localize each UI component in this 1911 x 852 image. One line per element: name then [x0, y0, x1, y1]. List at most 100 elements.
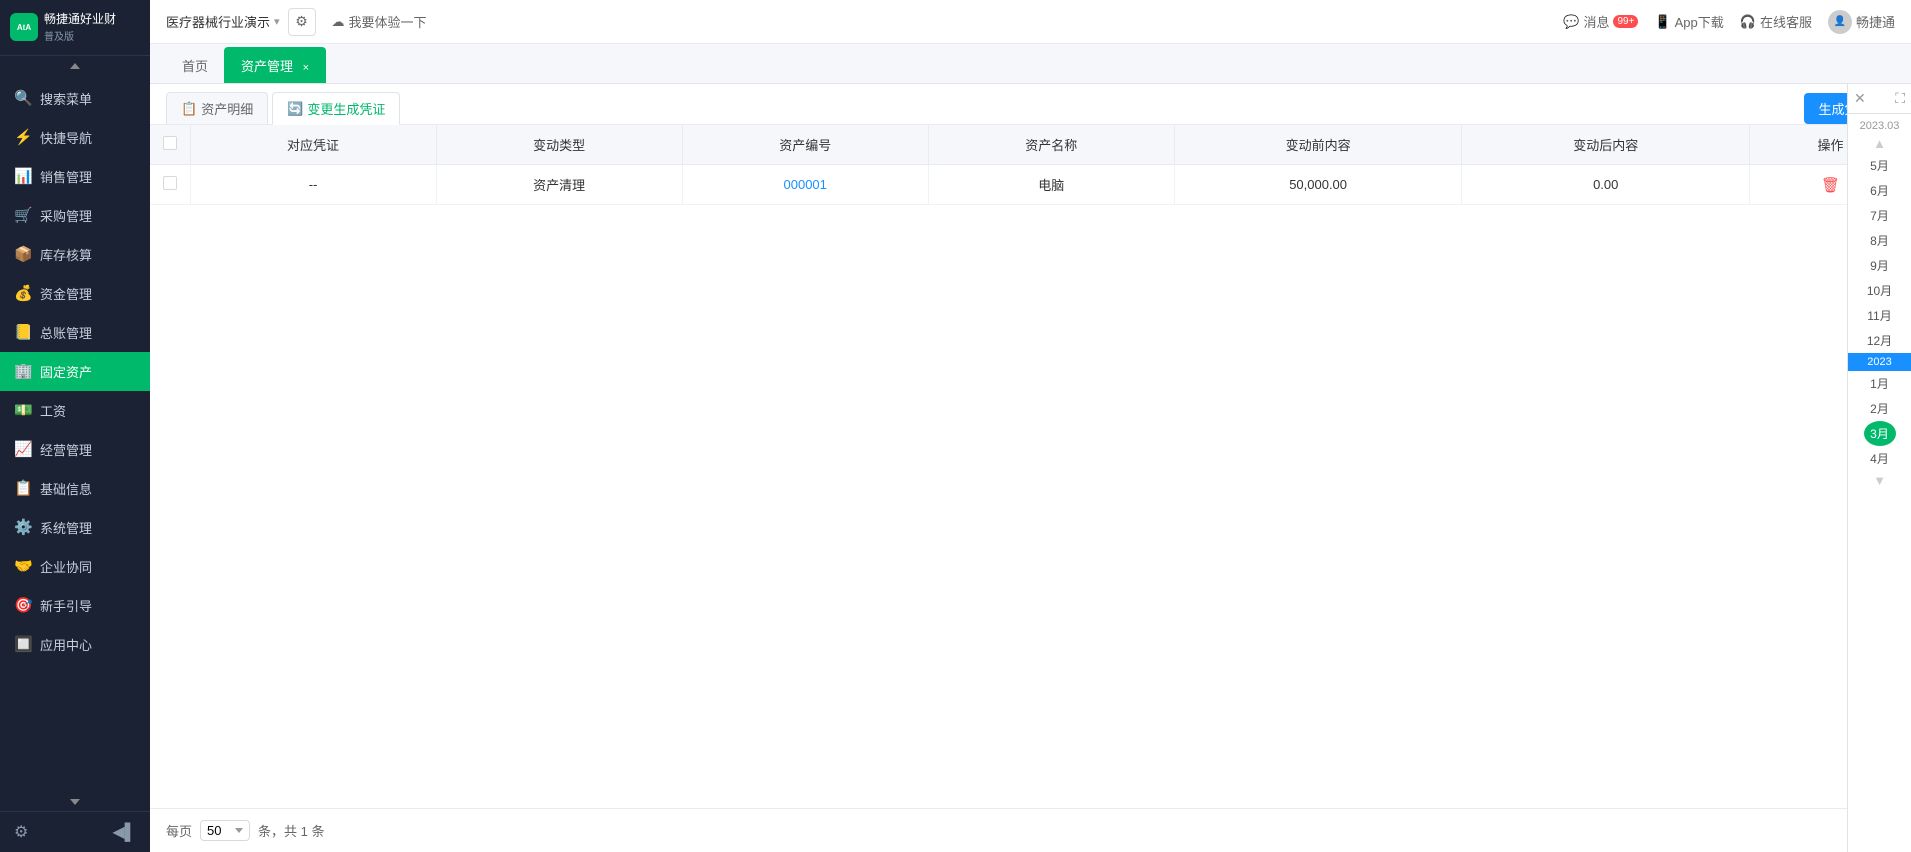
table-wrapper: 对应凭证 变动类型 资产编号 资产名称 变动前内容 变动后内容 操作 -- 资产…: [150, 125, 1911, 808]
subtab-asset-detail[interactable]: 📋 资产明细: [166, 92, 268, 124]
col-change-type: 变动类型: [436, 125, 682, 165]
messages-label: 消息: [1583, 12, 1609, 31]
header-checkbox-cell: [150, 125, 190, 165]
sidebar-label-fixed-assets: 固定资产: [40, 362, 92, 381]
panel-month-item[interactable]: 12月: [1848, 328, 1911, 353]
sidebar-item-search[interactable]: 🔍 搜索菜单: [0, 79, 150, 118]
per-page-label: 每页: [166, 821, 192, 840]
collapse-icon[interactable]: ◀▌: [112, 822, 136, 842]
sidebar-nav: 🔍 搜索菜单⚡ 快捷导航📊 销售管理🛒 采购管理📦 库存核算💰 资金管理📒 总账…: [0, 75, 150, 792]
panel-month-item[interactable]: 8月: [1848, 228, 1911, 253]
logo-text: 畅捷通好业财: [44, 12, 116, 28]
online-service-label: 在线客服: [1760, 12, 1812, 31]
sidebar-item-purchase[interactable]: 🛒 采购管理: [0, 196, 150, 235]
row-checkbox-cell: [150, 165, 190, 205]
row-voucher: --: [190, 165, 436, 205]
panel-month-item[interactable]: 3月: [1864, 421, 1896, 446]
panel-scroll-up[interactable]: ▲: [1873, 134, 1886, 153]
row-asset-no: 000001: [682, 165, 928, 205]
sidebar-item-ledger[interactable]: 📒 总账管理: [0, 313, 150, 352]
panel-month-item[interactable]: 7月: [1848, 203, 1911, 228]
col-before-content: 变动前内容: [1174, 125, 1462, 165]
experience-button[interactable]: ☁ 我要体验一下: [332, 12, 427, 31]
sidebar-item-quick-nav[interactable]: ⚡ 快捷导航: [0, 118, 150, 157]
sidebar-item-base-info[interactable]: 📋 基础信息: [0, 469, 150, 508]
subtab-asset-detail-label: 资产明细: [201, 99, 253, 118]
panel-month-item[interactable]: 5月: [1848, 153, 1911, 178]
sidebar-item-guide[interactable]: 🎯 新手引导: [0, 586, 150, 625]
sidebar-item-fixed-assets[interactable]: 🏢 固定资产: [0, 352, 150, 391]
online-service-button[interactable]: 🎧 在线客服: [1740, 12, 1812, 31]
sidebar-item-cooperation[interactable]: 🤝 企业协同: [0, 547, 150, 586]
experience-label: 我要体验一下: [349, 12, 427, 31]
panel-month-item[interactable]: 4月: [1848, 446, 1911, 471]
panel-month-item[interactable]: 9月: [1848, 253, 1911, 278]
panel-month-item[interactable]: 2月: [1848, 396, 1911, 421]
sidebar-item-operations[interactable]: 📈 经营管理: [0, 430, 150, 469]
row-before-content: 50,000.00: [1174, 165, 1462, 205]
sidebar-scroll-up[interactable]: [0, 56, 150, 75]
app-download-button[interactable]: 📱 App下载: [1654, 12, 1723, 31]
sidebar-scroll-down[interactable]: [0, 792, 150, 811]
sidebar-label-app-center: 应用中心: [40, 635, 92, 654]
base-info-icon: 📋: [14, 479, 32, 497]
header-settings-button[interactable]: ⚙: [288, 8, 316, 36]
content-area: 📋 资产明细 🔄 变更生成凭证 生成凭证 ▾ 对应凭证: [150, 84, 1911, 852]
row-checkbox[interactable]: [163, 176, 177, 190]
subtab-generate-voucher[interactable]: 🔄 变更生成凭证: [272, 92, 400, 125]
sidebar-label-cooperation: 企业协同: [40, 557, 92, 576]
header-right: 💬 消息 99+ 📱 App下载 🎧 在线客服 👤 畅捷通: [1563, 10, 1895, 34]
sidebar: AtA 畅捷通好业财 普及版 🔍 搜索菜单⚡ 快捷导航📊 销售管理🛒 采购管理📦…: [0, 0, 150, 852]
panel-scroll-down[interactable]: ▼: [1873, 471, 1886, 490]
cooperation-icon: 🤝: [14, 557, 32, 575]
user-button[interactable]: 👤 畅捷通: [1828, 10, 1895, 34]
sidebar-label-sales: 销售管理: [40, 167, 92, 186]
messages-badge: 99+: [1613, 15, 1638, 28]
panel-month-item[interactable]: 10月: [1848, 278, 1911, 303]
experience-icon: ☁: [332, 14, 345, 30]
tab-home[interactable]: 首页: [166, 48, 224, 83]
date-panel-scroll: 2023.03▲5月6月7月8月9月10月11月12月20231月2月3月4月▼: [1848, 114, 1911, 494]
sidebar-item-payroll[interactable]: 💵 工资: [0, 391, 150, 430]
logo-icon: AtA: [10, 13, 38, 41]
panel-month-item[interactable]: 6月: [1848, 178, 1911, 203]
row-asset-name: 电脑: [928, 165, 1174, 205]
per-page-select[interactable]: 50 10 20 100: [200, 820, 250, 841]
select-all-checkbox[interactable]: [163, 136, 177, 150]
subtab-generate-voucher-label: 变更生成凭证: [307, 99, 385, 118]
row-after-content: 0.00: [1462, 165, 1750, 205]
settings-icon[interactable]: ⚙: [14, 822, 28, 842]
logo-sub: 普及版: [44, 28, 116, 43]
sidebar-item-finance[interactable]: 💰 资金管理: [0, 274, 150, 313]
pagination: 每页 50 10 20 100 条，共 1 条: [150, 808, 1911, 852]
tab-bar: 首页 资产管理 ×: [150, 44, 1911, 84]
messages-button[interactable]: 💬 消息 99+: [1563, 12, 1638, 31]
col-voucher: 对应凭证: [190, 125, 436, 165]
app-download-label: App下载: [1675, 12, 1724, 31]
sidebar-label-purchase: 采购管理: [40, 206, 92, 225]
guide-icon: 🎯: [14, 596, 32, 614]
purchase-icon: 🛒: [14, 206, 32, 224]
panel-expand-icon[interactable]: ⛶: [1895, 90, 1905, 107]
sidebar-label-inventory: 库存核算: [40, 245, 92, 264]
user-avatar: 👤: [1828, 10, 1852, 34]
panel-year-2023[interactable]: 2023: [1848, 353, 1911, 371]
sidebar-label-guide: 新手引导: [40, 596, 92, 615]
username-label: 畅捷通: [1856, 12, 1895, 31]
panel-close-icon[interactable]: ✕: [1854, 90, 1866, 107]
messages-icon: 💬: [1563, 14, 1579, 30]
tab-close-icon[interactable]: ×: [303, 62, 309, 74]
sidebar-item-sales[interactable]: 📊 销售管理: [0, 157, 150, 196]
sidebar-item-system[interactable]: ⚙️ 系统管理: [0, 508, 150, 547]
company-selector[interactable]: 医疗器械行业演示 ▾: [166, 12, 280, 31]
tab-asset-management[interactable]: 资产管理 ×: [224, 47, 326, 83]
top-header: 医疗器械行业演示 ▾ ⚙ ☁ 我要体验一下 💬 消息 99+ 📱 App下载 🎧…: [150, 0, 1911, 44]
panel-month-item[interactable]: 11月: [1848, 303, 1911, 328]
row-delete-button[interactable]: 🗑: [1821, 177, 1840, 194]
sidebar-item-inventory[interactable]: 📦 库存核算: [0, 235, 150, 274]
panel-month-item[interactable]: 1月: [1848, 371, 1911, 396]
table-row: -- 资产清理 000001 电脑 50,000.00 0.00 🗑: [150, 165, 1911, 205]
sidebar-label-base-info: 基础信息: [40, 479, 92, 498]
sidebar-item-app-center[interactable]: 🔲 应用中心: [0, 625, 150, 664]
row-change-type: 资产清理: [436, 165, 682, 205]
